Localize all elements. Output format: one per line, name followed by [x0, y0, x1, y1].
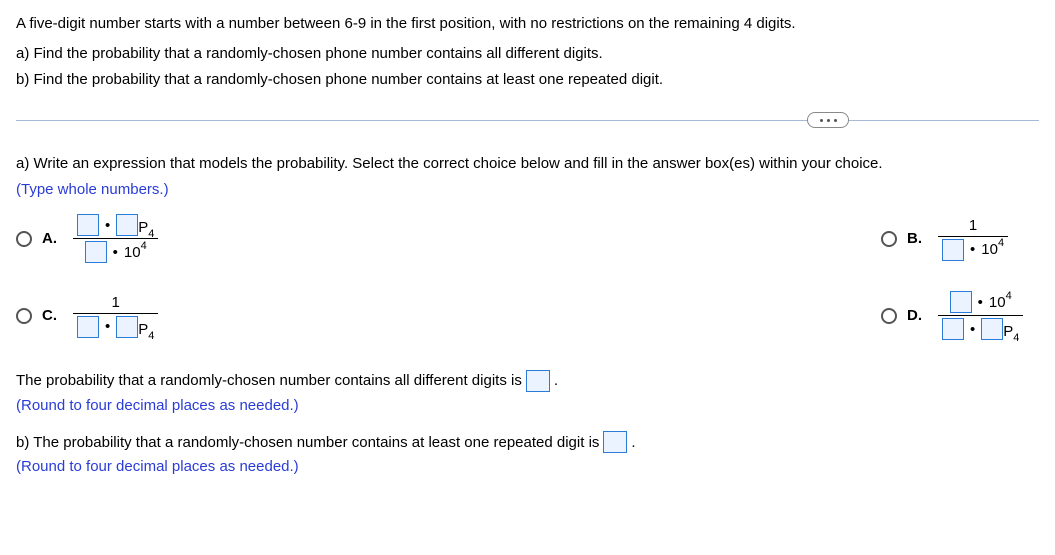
perm-sub: 4	[148, 228, 154, 240]
choice-grid: A. • P 4 • 10 4	[16, 212, 1036, 342]
ellipsis-icon	[820, 119, 823, 122]
answer-b-period: .	[631, 430, 635, 456]
choice-A-fraction: • P 4 • 10 4	[73, 212, 158, 265]
dot: •	[105, 217, 110, 234]
input-B-bot[interactable]	[942, 239, 964, 261]
input-C-bot-right[interactable]	[116, 316, 138, 338]
ten-text: 10	[124, 244, 141, 261]
choice-B-fraction: 1 • 10 4	[938, 215, 1008, 263]
choice-C-fraction: 1 • P 4	[73, 292, 158, 340]
radio-B[interactable]	[881, 231, 897, 247]
radio-D[interactable]	[881, 308, 897, 324]
perm-P: P	[1003, 323, 1013, 340]
input-A-bot[interactable]	[85, 241, 107, 263]
perm-sub: 4	[148, 330, 154, 342]
choice-C-label: C.	[42, 307, 57, 324]
radio-A[interactable]	[16, 231, 32, 247]
answer-b-text: b) The probability that a randomly-chose…	[16, 430, 599, 456]
input-A-top-right[interactable]	[116, 214, 138, 236]
choice-D-fraction: • 10 4 • P 4	[938, 289, 1023, 342]
answer-a-input[interactable]	[526, 370, 550, 392]
dot: •	[970, 241, 975, 258]
input-D-bot-right[interactable]	[981, 318, 1003, 340]
section-divider	[16, 112, 1039, 128]
perm-sub: 4	[1013, 332, 1019, 344]
choice-A[interactable]: A. • P 4 • 10 4	[16, 212, 511, 265]
ten-text: 10	[989, 294, 1006, 311]
part-b-prompt: b) Find the probability that a randomly-…	[16, 68, 1039, 92]
type-hint: (Type whole numbers.)	[16, 178, 1039, 202]
answer-a-text: The probability that a randomly-chosen n…	[16, 368, 522, 394]
part-a-prompt: a) Find the probability that a randomly-…	[16, 42, 1039, 66]
answer-a-line: The probability that a randomly-chosen n…	[16, 368, 1039, 394]
choice-D-label: D.	[907, 307, 922, 324]
expand-button[interactable]	[807, 112, 849, 128]
ten-exp: 4	[1006, 290, 1012, 302]
answer-a-period: .	[554, 368, 558, 394]
dot: •	[970, 321, 975, 338]
perm-P: P	[138, 321, 148, 338]
one-text: 1	[969, 217, 977, 234]
problem-intro: A five-digit number starts with a number…	[16, 12, 1039, 36]
input-C-bot-left[interactable]	[77, 316, 99, 338]
dot: •	[978, 294, 983, 311]
section-a-instruction: a) Write an expression that models the p…	[16, 152, 1039, 176]
choice-A-label: A.	[42, 230, 57, 247]
ellipsis-icon	[827, 119, 830, 122]
ten-text: 10	[981, 241, 998, 258]
ellipsis-icon	[834, 119, 837, 122]
choice-D[interactable]: D. • 10 4 • P 4	[541, 289, 1023, 342]
dot: •	[113, 244, 118, 261]
answer-b-line: b) The probability that a randomly-chose…	[16, 430, 1039, 456]
divider-line	[16, 120, 1039, 121]
answer-b-input[interactable]	[603, 431, 627, 453]
input-D-bot-left[interactable]	[942, 318, 964, 340]
choice-C[interactable]: C. 1 • P 4	[16, 289, 511, 342]
dot: •	[105, 318, 110, 335]
ten-exp: 4	[998, 237, 1004, 249]
choice-B-label: B.	[907, 230, 922, 247]
input-D-top[interactable]	[950, 291, 972, 313]
answer-b-hint: (Round to four decimal places as needed.…	[16, 455, 1039, 479]
choice-B[interactable]: B. 1 • 10 4	[541, 212, 1008, 265]
ten-exp: 4	[141, 240, 147, 252]
input-A-top-left[interactable]	[77, 214, 99, 236]
answer-a-hint: (Round to four decimal places as needed.…	[16, 394, 1039, 418]
perm-P: P	[138, 219, 148, 236]
radio-C[interactable]	[16, 308, 32, 324]
one-text: 1	[112, 294, 120, 311]
